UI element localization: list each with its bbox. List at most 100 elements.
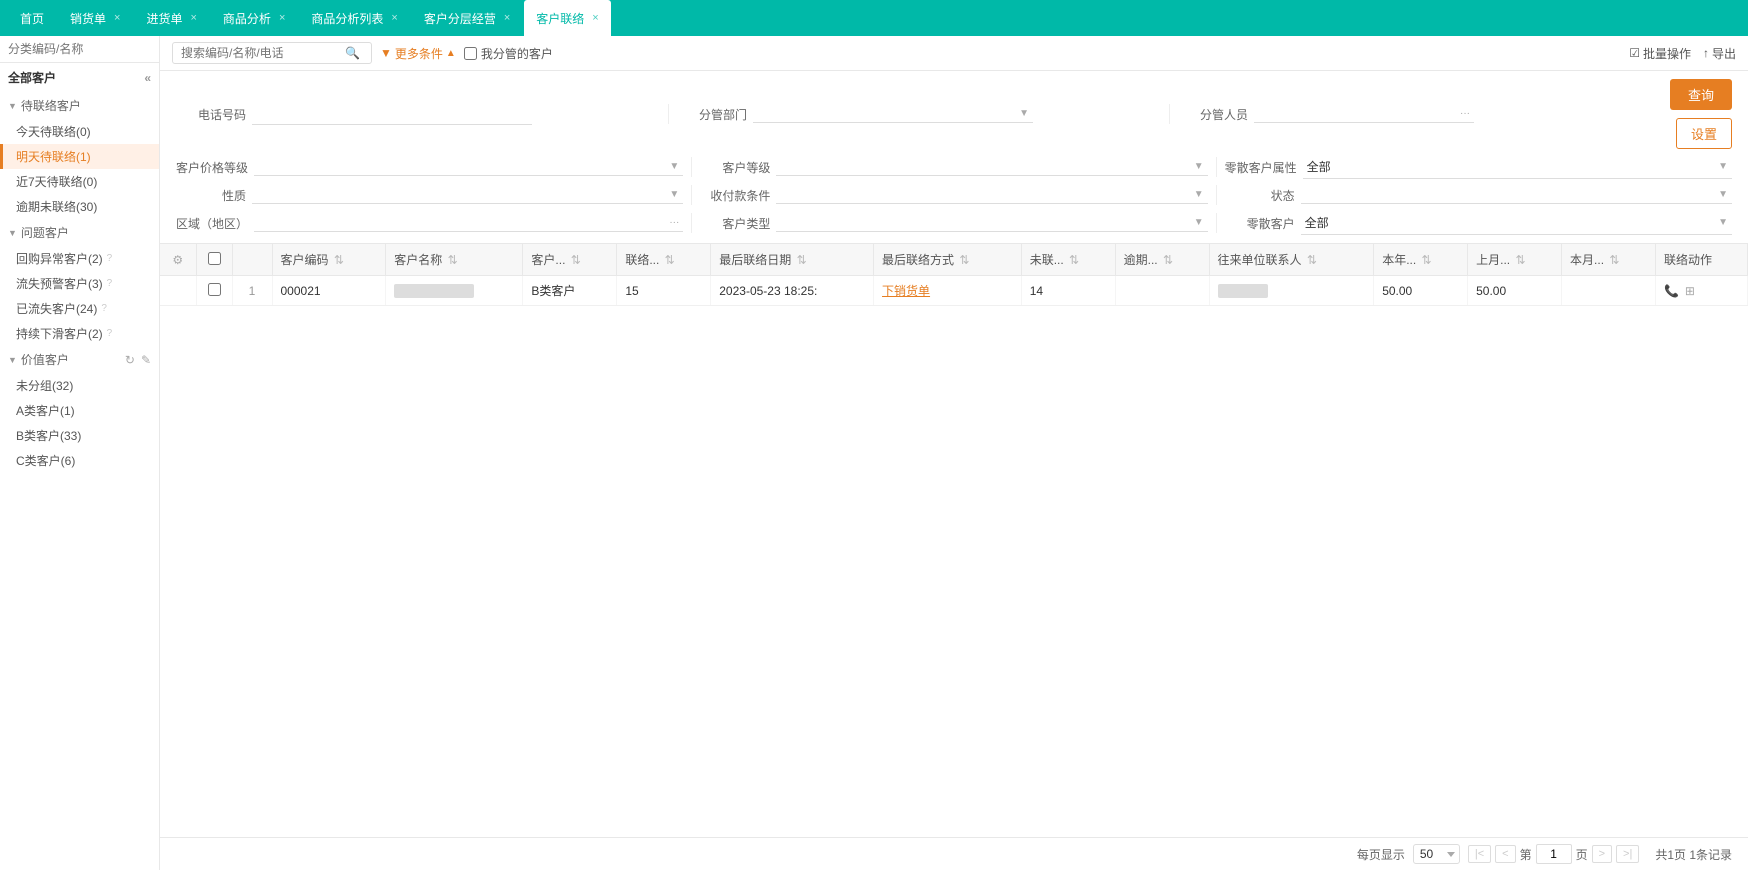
next-page-btn[interactable]: > [1592,845,1612,863]
sidebar-item-churned[interactable]: 已流失客户(24) ? [0,296,159,321]
last-method-link[interactable]: 下销货单 [882,284,930,298]
nav-product-analysis-list[interactable]: 商品分析列表 × [299,0,409,36]
sidebar-value-edit-icon[interactable]: ✎ [141,353,151,367]
nav-home[interactable]: 首页 [8,0,56,36]
nav-purchase-order-close[interactable]: × [190,12,196,24]
row-last-month: 50.00 [1468,276,1562,306]
toolbar: 🔍 ▼ 更多条件 ▲ 我分管的客户 ☑ 批量操作 ↑ 导出 [160,36,1748,71]
th-last-month[interactable]: 上月... ⇅ [1468,244,1562,276]
sidebar-all-customers-header[interactable]: 全部客户 « [0,63,159,92]
gender-arrow: ▼ [669,189,679,200]
sidebar-item-a-class[interactable]: A类客户(1) [0,398,159,423]
customer-level-arrow: ▼ [1194,161,1204,172]
row-action: 📞 ⊞ [1655,276,1747,306]
total-label: 共1页 1条记录 [1655,846,1732,863]
sidebar-item-churn-warning[interactable]: 流失预警客户(3) ? [0,271,159,296]
sidebar-value-refresh-icon[interactable]: ↻ [125,353,135,367]
nav-customer-tier[interactable]: 客户分层经营 × [412,0,522,36]
row-code[interactable]: 000021 [272,276,386,306]
settings-btn[interactable]: 设置 [1676,118,1732,149]
retail-attr-arrow: ▼ [1718,161,1728,172]
sidebar-item-7days[interactable]: 近7天待联络(0) [0,169,159,194]
more-filter-btn[interactable]: ▼ 更多条件 ▲ [380,45,456,62]
region-select[interactable]: ··· [254,214,683,232]
my-customer-checkbox[interactable]: 我分管的客户 [464,45,553,62]
status-label: 状态 [1225,187,1295,204]
last-page-btn[interactable]: >| [1616,845,1639,863]
status-select[interactable]: ▼ [1301,186,1732,204]
dept-select[interactable]: ▼ [753,105,1033,123]
query-btn[interactable]: 查询 [1670,79,1732,110]
gender-select[interactable]: ▼ [252,186,683,204]
search-input[interactable] [181,46,341,60]
prev-page-btn[interactable]: < [1495,845,1515,863]
th-unit-contact[interactable]: 往来单位联系人 ⇅ [1209,244,1374,276]
nav-customer-contact-close[interactable]: × [592,12,598,24]
th-type[interactable]: 客户... ⇅ [523,244,617,276]
sidebar-item-tomorrow[interactable]: 明天待联络(1) [0,144,159,169]
th-this-month[interactable]: 本月... ⇅ [1562,244,1656,276]
th-name[interactable]: 客户名称 ⇅ [386,244,523,276]
export-icon: ↑ [1703,46,1709,60]
batch-op-btn[interactable]: ☑ 批量操作 [1629,45,1691,62]
export-btn[interactable]: ↑ 导出 [1703,45,1736,62]
filter-row-1: 电话号码 分管部门 ▼ 分管人员 ··· [176,79,1732,149]
sidebar-item-ungrouped[interactable]: 未分组(32) [0,373,159,398]
sort-type-icon: ⇅ [571,253,581,267]
payment-select[interactable]: ▼ [776,186,1207,204]
table-row: 1 000021 B类客户 15 2023-05-23 18:25: 下销货单 … [160,276,1748,306]
select-all-checkbox[interactable] [208,252,221,265]
row-this-year: 50.00 [1374,276,1468,306]
sidebar-item-overdue[interactable]: 逾期未联络(30) [0,194,159,219]
person-select[interactable]: ··· [1254,105,1474,123]
nav-purchase-order[interactable]: 进货单 × [134,0,208,36]
row-checkbox[interactable] [196,276,232,306]
gender-label: 性质 [176,187,246,204]
th-this-year[interactable]: 本年... ⇅ [1374,244,1468,276]
nav-product-analysis-list-close[interactable]: × [391,12,397,24]
sort-code-icon: ⇅ [334,253,344,267]
page-size-label: 每页显示 [1357,846,1405,863]
th-checkbox[interactable] [196,244,232,276]
sidebar-collapse-icon[interactable]: « [144,71,151,85]
nav-product-analysis[interactable]: 商品分析 × [211,0,297,36]
price-level-select[interactable]: ▼ [254,158,683,176]
customer-level-select[interactable]: ▼ [776,158,1207,176]
nav-customer-contact[interactable]: 客户联络 × [524,0,610,36]
nav-customer-tier-close[interactable]: × [504,12,510,24]
row-last-method[interactable]: 下销货单 [874,276,1022,306]
nav-sales-order[interactable]: 销货单 × [58,0,132,36]
th-code[interactable]: 客户编码 ⇅ [272,244,386,276]
sidebar-item-today[interactable]: 今天待联络(0) [0,119,159,144]
retail-attr-select[interactable]: 全部 ▼ [1303,155,1732,179]
my-customer-checkbox-input[interactable] [464,47,477,60]
th-settings[interactable]: ⚙ [160,244,196,276]
first-page-btn[interactable]: |< [1468,845,1491,863]
th-last-method[interactable]: 最后联络方式 ⇅ [874,244,1022,276]
page-size-select[interactable]: 50 10 20 100 [1413,844,1460,864]
action-more-icon[interactable]: ⊞ [1685,284,1695,298]
page-num-input[interactable] [1536,844,1572,864]
nav-sales-order-close[interactable]: × [114,12,120,24]
search-icon[interactable]: 🔍 [345,46,360,60]
row-select-checkbox[interactable] [208,283,221,296]
filter-panel: 电话号码 分管部门 ▼ 分管人员 ··· [160,71,1748,244]
sidebar-search-input[interactable] [8,42,160,56]
sidebar-item-declining[interactable]: 持续下滑客户(2) ? [0,321,159,346]
retail-customer-select[interactable]: 全部 ▼ [1301,211,1732,235]
sidebar-item-c-class[interactable]: C类客户(6) [0,448,159,473]
th-not-contacted[interactable]: 未联... ⇅ [1021,244,1115,276]
sidebar-item-repurchase[interactable]: 回购异常客户(2) ? [0,246,159,271]
nav-product-analysis-close[interactable]: × [279,12,285,24]
sidebar-item-b-class[interactable]: B类客户(33) [0,423,159,448]
price-level-label: 客户价格等级 [176,159,248,176]
th-contact[interactable]: 联络... ⇅ [617,244,711,276]
payment-label: 收付款条件 [700,187,770,204]
th-overdue[interactable]: 逾期... ⇅ [1115,244,1209,276]
filter-status: 状态 ▼ [1225,186,1732,204]
th-last-date[interactable]: 最后联络日期 ⇅ [711,244,874,276]
region-dots: ··· [669,217,679,228]
phone-input[interactable] [252,104,532,125]
customer-type-select[interactable]: ▼ [776,214,1207,232]
action-phone-icon[interactable]: 📞 [1664,284,1679,298]
